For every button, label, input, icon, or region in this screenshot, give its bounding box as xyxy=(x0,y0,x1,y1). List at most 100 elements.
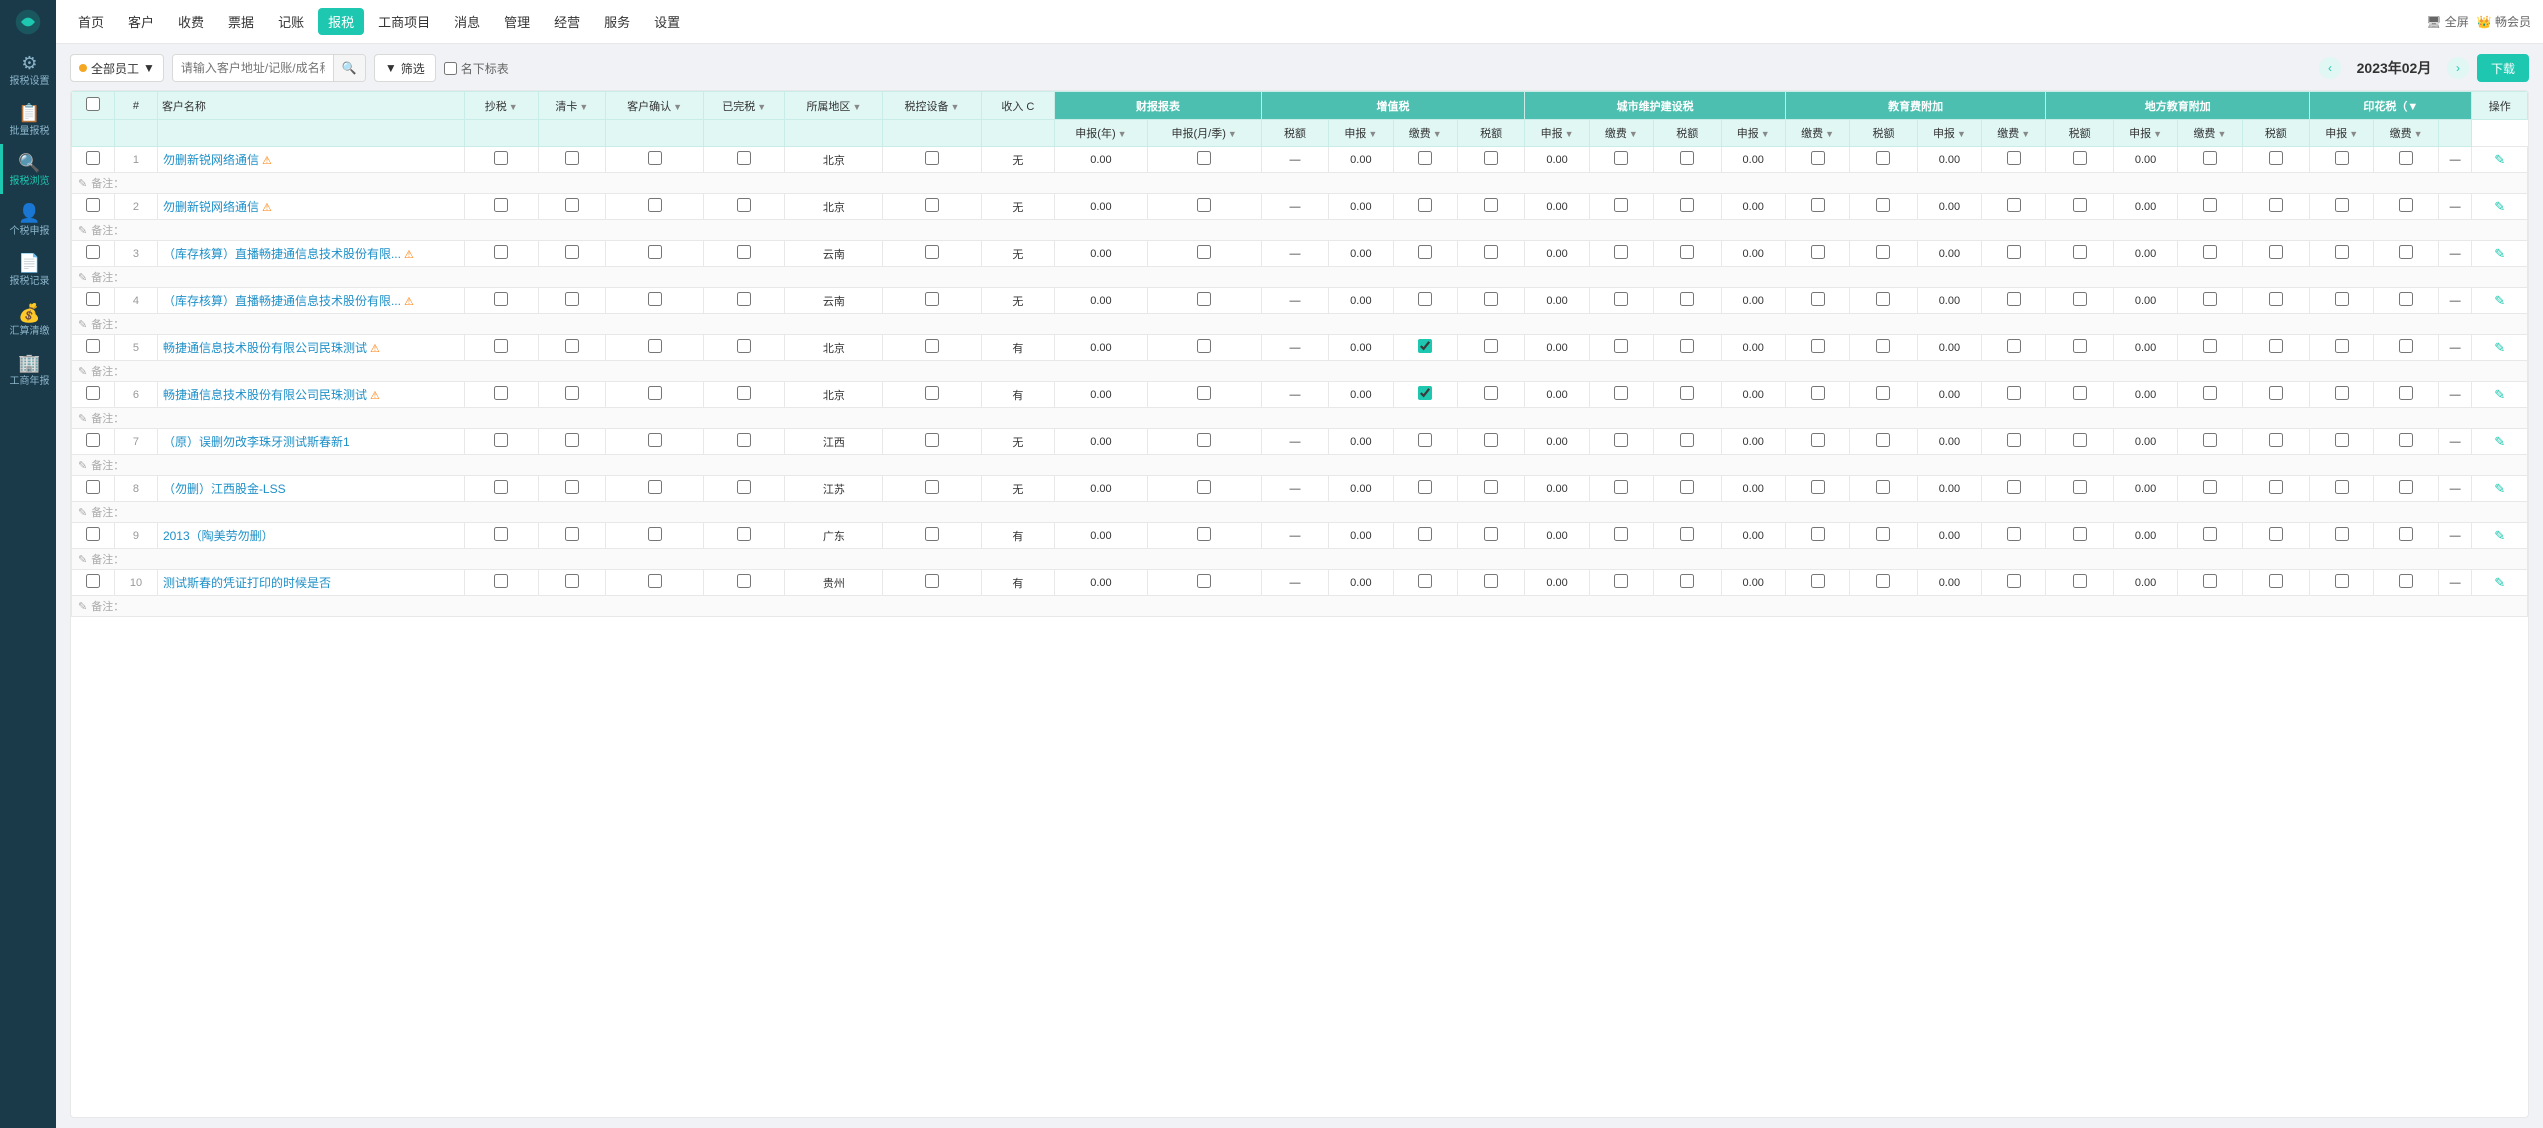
vat-paid-checkbox[interactable] xyxy=(1484,480,1498,494)
taxcopy-checkbox[interactable] xyxy=(494,386,508,400)
row-checkbox-cell[interactable] xyxy=(72,194,115,220)
taxdev-checkbox[interactable] xyxy=(925,433,939,447)
stamp-declared-checkbox[interactable] xyxy=(2335,433,2349,447)
edu-declared2-checkbox[interactable] xyxy=(2007,151,2021,165)
local-declared-checkbox[interactable] xyxy=(2203,339,2217,353)
fin-year-checkbox[interactable] xyxy=(1197,339,1211,353)
remark-edit-icon[interactable]: ✎ xyxy=(78,365,87,378)
local-paid2-checkbox[interactable] xyxy=(2269,480,2283,494)
cardcancel-checkbox[interactable] xyxy=(565,292,579,306)
vat-paid-checkbox[interactable] xyxy=(1484,386,1498,400)
remark-edit-icon[interactable]: ✎ xyxy=(78,600,87,613)
nav-home[interactable]: 首页 xyxy=(68,8,114,35)
nav-business[interactable]: 工商项目 xyxy=(368,8,440,35)
company-name-link[interactable]: 勿删新锐网络通信 xyxy=(163,153,259,167)
nav-accounting[interactable]: 记账 xyxy=(268,8,314,35)
taxdev-checkbox[interactable] xyxy=(925,574,939,588)
edu-declared2-checkbox[interactable] xyxy=(2007,527,2021,541)
confirm-checkbox[interactable] xyxy=(648,292,662,306)
local-paid2-checkbox[interactable] xyxy=(2269,245,2283,259)
city-paid-checkbox[interactable] xyxy=(1680,386,1694,400)
city-declared-checkbox[interactable] xyxy=(1614,574,1628,588)
fin-year-checkbox[interactable] xyxy=(1197,245,1211,259)
row-checkbox[interactable] xyxy=(86,339,100,353)
nav-billing[interactable]: 收费 xyxy=(168,8,214,35)
local-declared-checkbox[interactable] xyxy=(2203,292,2217,306)
city-declared-checkbox[interactable] xyxy=(1614,245,1628,259)
declared-checkbox[interactable] xyxy=(737,386,751,400)
remark-edit-icon[interactable]: ✎ xyxy=(78,318,87,331)
row-checkbox-cell[interactable] xyxy=(72,288,115,314)
fin-year-checkbox[interactable] xyxy=(1197,198,1211,212)
sidebar-item-annual-report[interactable]: 🏢 工商年报 xyxy=(0,344,56,394)
fin-year-checkbox[interactable] xyxy=(1197,386,1211,400)
taxcopy-checkbox[interactable] xyxy=(494,574,508,588)
edit-button[interactable]: ✎ xyxy=(2494,246,2505,261)
declared-checkbox[interactable] xyxy=(737,433,751,447)
city-declared-checkbox[interactable] xyxy=(1614,386,1628,400)
vat-paid-checkbox[interactable] xyxy=(1484,574,1498,588)
company-name-link[interactable]: 勿删新锐网络通信 xyxy=(163,200,259,214)
stamp-declared-checkbox[interactable] xyxy=(2335,574,2349,588)
stamp-declared-checkbox[interactable] xyxy=(2335,527,2349,541)
edit-button[interactable]: ✎ xyxy=(2494,199,2505,214)
edu-declared2-checkbox[interactable] xyxy=(2007,433,2021,447)
stamp-paid-checkbox[interactable] xyxy=(2399,480,2413,494)
stamp-paid-checkbox[interactable] xyxy=(2399,433,2413,447)
row-checkbox-cell[interactable] xyxy=(72,476,115,502)
local-declared-checkbox[interactable] xyxy=(2203,151,2217,165)
city-paid-checkbox[interactable] xyxy=(1680,480,1694,494)
stamp-declared-checkbox[interactable] xyxy=(2335,151,2349,165)
cardcancel-checkbox[interactable] xyxy=(565,198,579,212)
nav-message[interactable]: 消息 xyxy=(444,8,490,35)
declared-checkbox[interactable] xyxy=(737,198,751,212)
stamp-paid-checkbox[interactable] xyxy=(2399,574,2413,588)
city-paid-checkbox[interactable] xyxy=(1680,433,1694,447)
cardcancel-checkbox[interactable] xyxy=(565,574,579,588)
sidebar-item-personal-tax[interactable]: 👤 个税申报 xyxy=(0,194,56,244)
taxcopy-checkbox[interactable] xyxy=(494,292,508,306)
cardcancel-checkbox[interactable] xyxy=(565,386,579,400)
edit-button[interactable]: ✎ xyxy=(2494,340,2505,355)
edu-declared-checkbox[interactable] xyxy=(1811,292,1825,306)
search-button[interactable]: 🔍 xyxy=(333,55,365,81)
local-paid-checkbox[interactable] xyxy=(2073,480,2087,494)
vat-paid-checkbox[interactable] xyxy=(1484,433,1498,447)
row-checkbox-cell[interactable] xyxy=(72,523,115,549)
taxcopy-checkbox[interactable] xyxy=(494,339,508,353)
edu-declared2-checkbox[interactable] xyxy=(2007,480,2021,494)
edu-declared2-checkbox[interactable] xyxy=(2007,574,2021,588)
row-checkbox-cell[interactable] xyxy=(72,335,115,361)
local-paid-checkbox[interactable] xyxy=(2073,527,2087,541)
confirm-checkbox[interactable] xyxy=(648,574,662,588)
confirm-checkbox[interactable] xyxy=(648,151,662,165)
named-list-checkbox[interactable] xyxy=(444,62,457,75)
city-paid-checkbox[interactable] xyxy=(1680,574,1694,588)
edit-button[interactable]: ✎ xyxy=(2494,152,2505,167)
stamp-paid-checkbox[interactable] xyxy=(2399,292,2413,306)
city-declared-checkbox[interactable] xyxy=(1614,339,1628,353)
local-paid2-checkbox[interactable] xyxy=(2269,339,2283,353)
vat-declared-checkbox[interactable] xyxy=(1418,151,1432,165)
city-paid-checkbox[interactable] xyxy=(1680,245,1694,259)
vip-btn[interactable]: 👑 畅会员 xyxy=(2477,13,2531,30)
select-all-checkbox[interactable] xyxy=(86,97,100,111)
taxdev-checkbox[interactable] xyxy=(925,292,939,306)
local-declared-checkbox[interactable] xyxy=(2203,386,2217,400)
remark-edit-icon[interactable]: ✎ xyxy=(78,177,87,190)
taxcopy-checkbox[interactable] xyxy=(494,527,508,541)
local-paid2-checkbox[interactable] xyxy=(2269,574,2283,588)
edit-button[interactable]: ✎ xyxy=(2494,481,2505,496)
vat-declared-checkbox[interactable] xyxy=(1418,339,1432,353)
city-paid-checkbox[interactable] xyxy=(1680,339,1694,353)
stamp-paid-checkbox[interactable] xyxy=(2399,339,2413,353)
edu-declared-checkbox[interactable] xyxy=(1811,198,1825,212)
edu-declared-checkbox[interactable] xyxy=(1811,245,1825,259)
fullscreen-btn[interactable]: 🖥 全屏 xyxy=(2426,13,2469,30)
period-next-button[interactable]: › xyxy=(2447,57,2469,79)
city-declared-checkbox[interactable] xyxy=(1614,527,1628,541)
taxdev-checkbox[interactable] xyxy=(925,245,939,259)
city-declared-checkbox[interactable] xyxy=(1614,433,1628,447)
row-checkbox-cell[interactable] xyxy=(72,147,115,173)
taxcopy-checkbox[interactable] xyxy=(494,480,508,494)
